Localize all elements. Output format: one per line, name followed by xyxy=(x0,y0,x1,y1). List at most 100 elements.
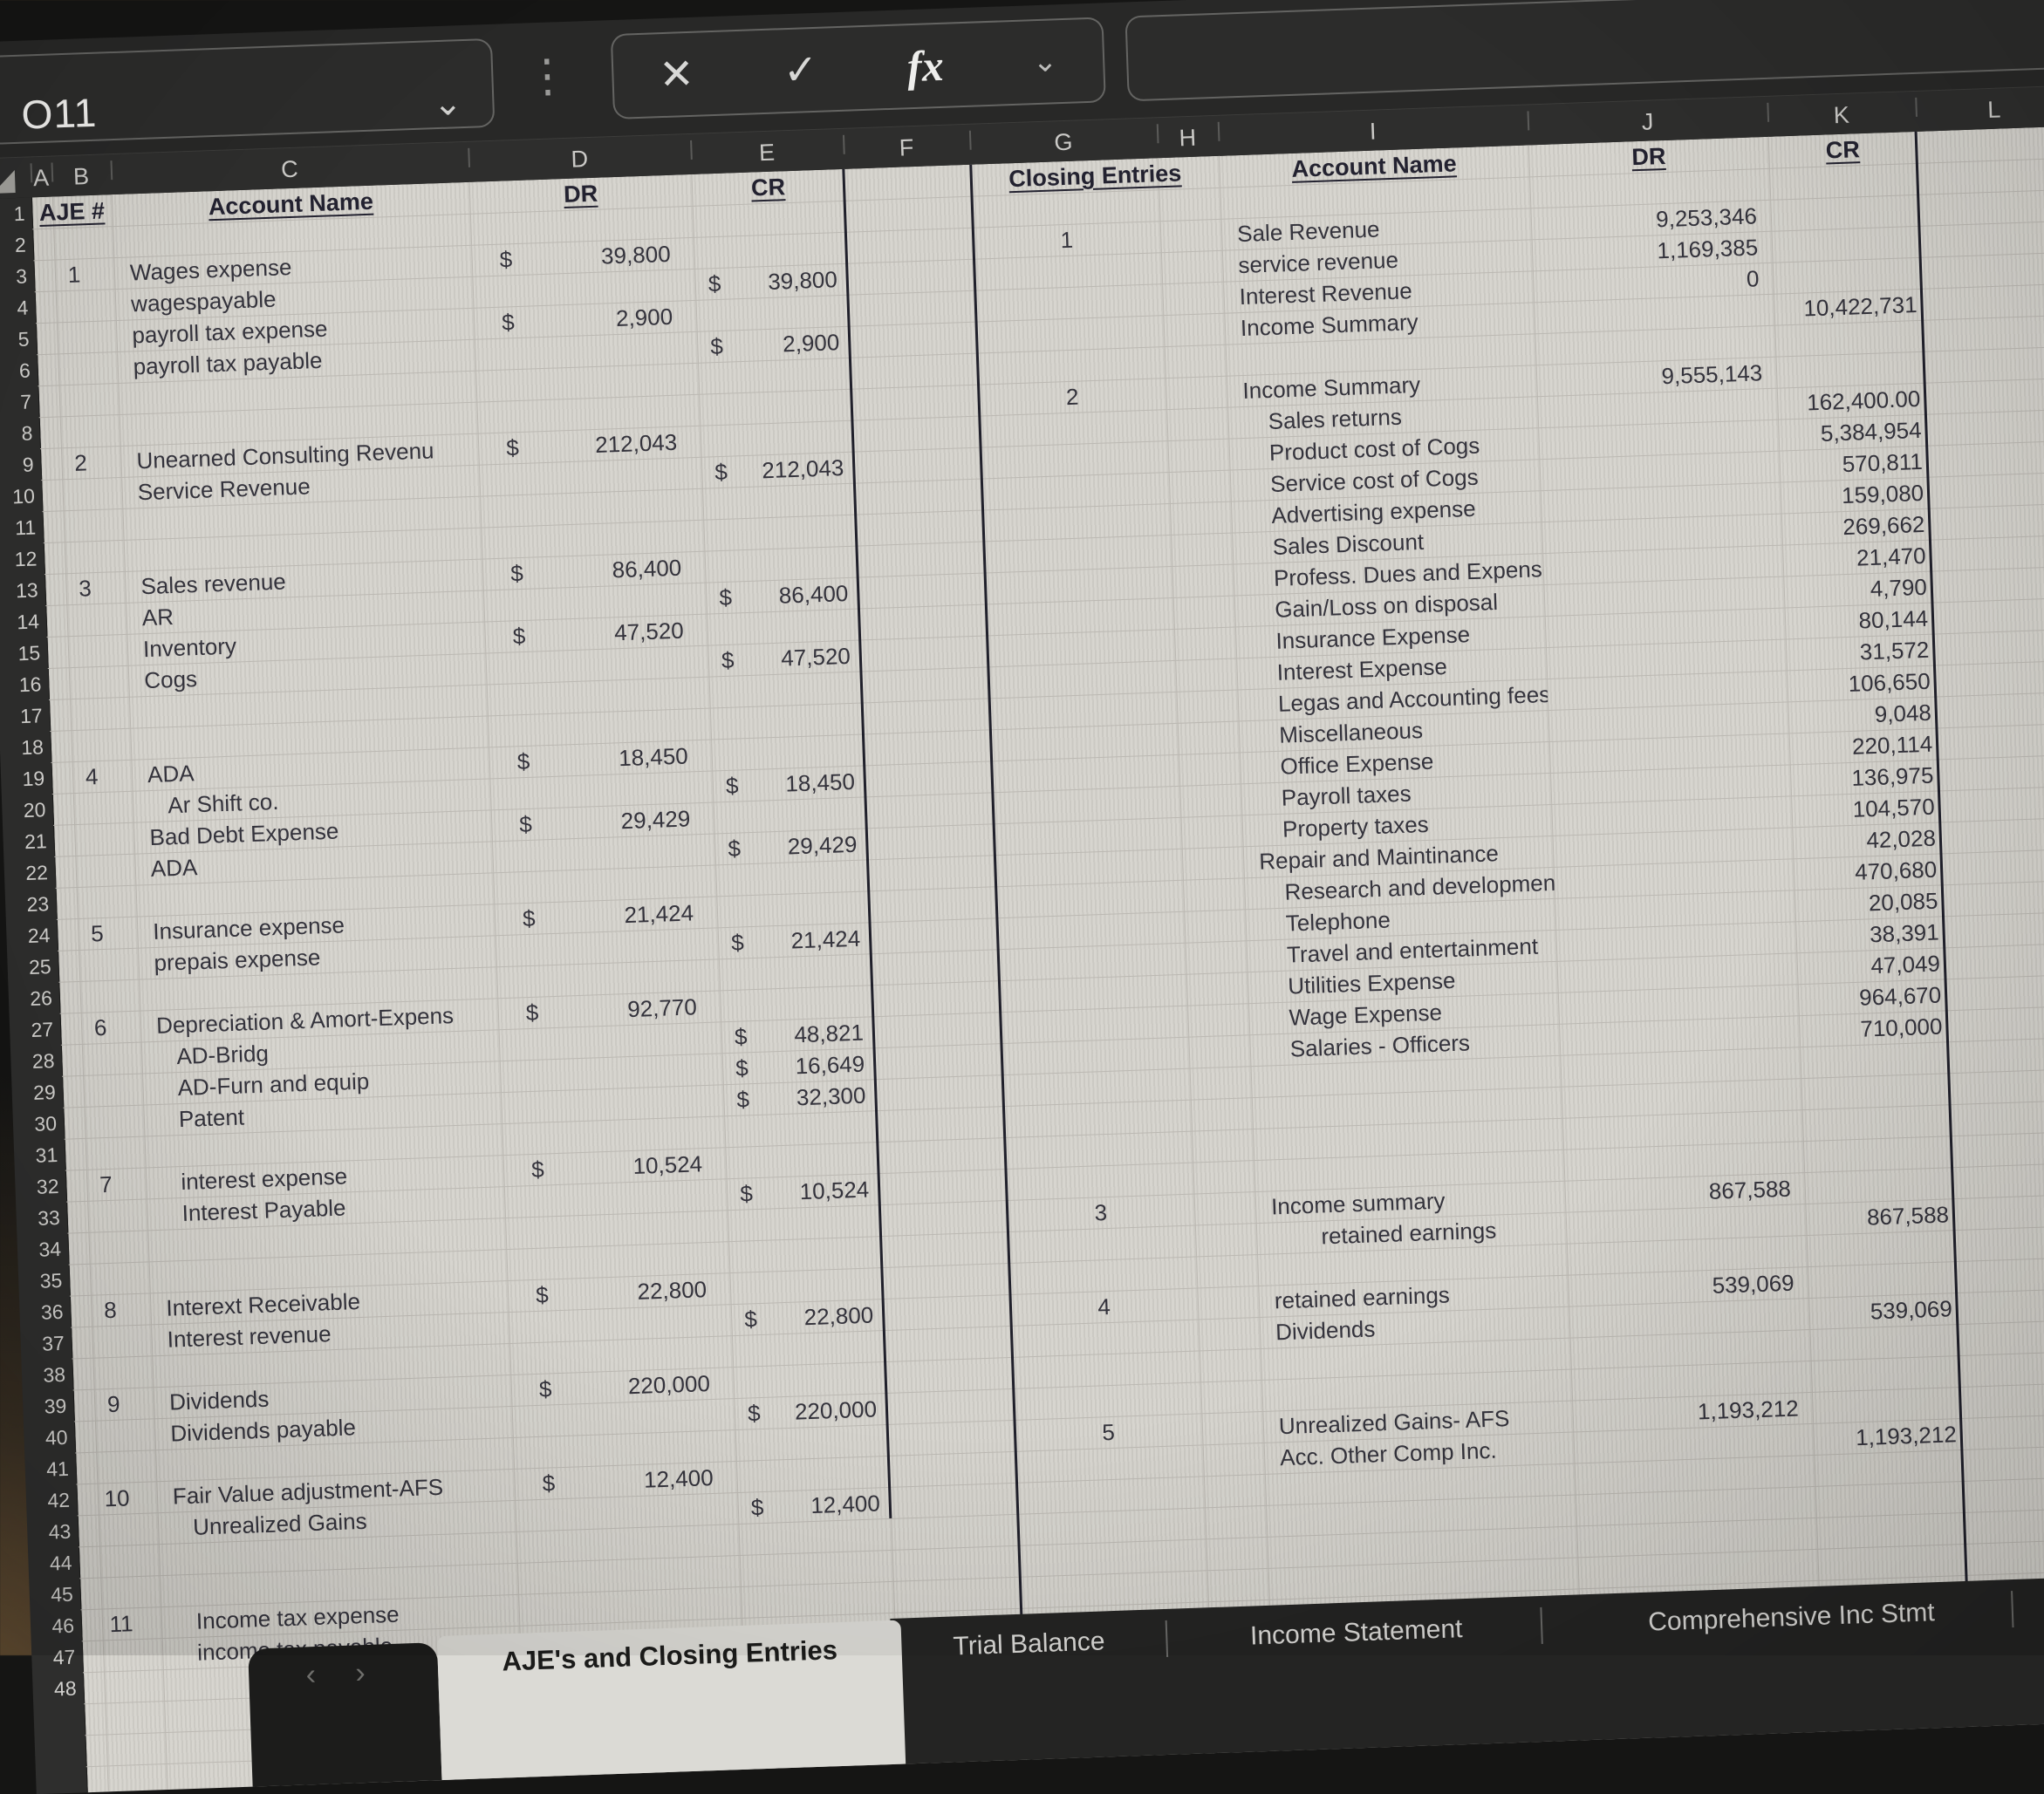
row-header[interactable]: 27 xyxy=(10,1013,54,1047)
amount-cell[interactable]: 80,144 xyxy=(1785,603,1934,639)
row-header[interactable]: 38 xyxy=(21,1359,65,1392)
row-header[interactable]: 36 xyxy=(19,1296,64,1329)
row-header[interactable]: 30 xyxy=(12,1108,57,1141)
column-header[interactable]: K xyxy=(1767,96,1916,134)
row-header[interactable]: 1 xyxy=(0,198,25,231)
amount-cell[interactable]: 867,588 xyxy=(1805,1198,1954,1235)
amount-cell[interactable]: $16,649 xyxy=(722,1047,876,1084)
amount-cell[interactable]: 470,680 xyxy=(1794,853,1943,890)
amount-cell[interactable]: $18,450 xyxy=(712,765,865,802)
row-header[interactable]: 22 xyxy=(3,856,48,890)
row-header[interactable]: 16 xyxy=(0,668,42,701)
amount-cell[interactable]: 4,790 xyxy=(1783,571,1932,608)
row-header[interactable]: 5 xyxy=(0,324,30,357)
row-header[interactable]: 28 xyxy=(10,1045,55,1078)
amount-cell[interactable]: 1,193,212 xyxy=(1813,1418,1962,1455)
row-header[interactable]: 17 xyxy=(0,699,43,733)
row-header[interactable]: 9 xyxy=(0,448,34,481)
amount-cell[interactable]: $29,429 xyxy=(714,828,868,864)
chevron-down-icon[interactable]: ⌄ xyxy=(433,83,463,124)
amount-cell[interactable]: $12,400 xyxy=(737,1487,891,1524)
amount-cell[interactable]: 104,570 xyxy=(1791,790,1940,827)
tab-scroll-buttons[interactable]: ‹ › xyxy=(248,1642,442,1787)
amount-cell[interactable]: 42,028 xyxy=(1792,822,1941,858)
closing-entry-number-cell[interactable]: 1 xyxy=(973,221,1161,258)
amount-cell[interactable]: 10,422,731 xyxy=(1774,289,1923,325)
row-header[interactable]: 19 xyxy=(1,762,45,795)
amount-cell[interactable]: $2,900 xyxy=(697,326,851,363)
column-header[interactable]: B xyxy=(51,159,111,194)
row-header[interactable]: 8 xyxy=(0,417,33,450)
column-header[interactable]: L xyxy=(1915,91,2044,129)
amount-cell[interactable]: 159,080 xyxy=(1781,477,1930,514)
name-box[interactable]: O11 ⌄ xyxy=(0,38,496,146)
row-header[interactable]: 18 xyxy=(0,731,44,764)
amount-cell[interactable]: 21,470 xyxy=(1782,540,1931,576)
row-header[interactable]: 4 xyxy=(0,292,29,325)
row-header[interactable]: 24 xyxy=(6,919,51,952)
amount-cell[interactable]: 570,811 xyxy=(1779,446,1928,482)
row-header[interactable]: 41 xyxy=(24,1453,69,1486)
amount-cell[interactable]: 47,049 xyxy=(1796,947,1945,984)
row-header[interactable]: 48 xyxy=(32,1673,77,1706)
row-header[interactable]: 2 xyxy=(0,229,27,263)
aje-number-cell[interactable]: 7 xyxy=(65,1167,147,1201)
row-header[interactable]: 3 xyxy=(0,261,28,294)
amount-cell[interactable]: 38,391 xyxy=(1795,916,1945,952)
amount-cell[interactable]: 31,572 xyxy=(1786,634,1935,671)
amount-cell[interactable]: 106,650 xyxy=(1787,665,1936,702)
amount-cell[interactable]: 710,000 xyxy=(1799,1010,1948,1047)
row-header[interactable]: 46 xyxy=(30,1610,74,1643)
sheet-tab-active[interactable]: AJE's and Closing Entries xyxy=(436,1620,906,1781)
amount-cell[interactable]: 964,670 xyxy=(1798,979,1947,1015)
amount-cell[interactable]: 269,662 xyxy=(1781,508,1931,545)
amount-cell[interactable]: $212,043 xyxy=(701,452,855,488)
amount-cell[interactable]: $47,520 xyxy=(708,640,861,677)
amount-cell[interactable]: $22,800 xyxy=(731,1299,885,1335)
amount-cell[interactable]: $48,821 xyxy=(721,1016,874,1053)
row-header[interactable]: 23 xyxy=(5,888,50,921)
row-header[interactable]: 13 xyxy=(0,574,38,607)
aje-number-cell[interactable]: 11 xyxy=(80,1606,161,1641)
aje-number-cell[interactable]: 10 xyxy=(76,1481,157,1515)
column-header[interactable]: G xyxy=(969,122,1158,161)
chevron-down-icon[interactable]: ⌄ xyxy=(1032,44,1058,79)
closing-entry-number-cell[interactable]: 5 xyxy=(1015,1413,1203,1450)
closing-entry-number-cell[interactable]: 4 xyxy=(1009,1287,1198,1325)
column-header[interactable]: F xyxy=(843,129,970,167)
amount-cell[interactable]: 220,114 xyxy=(1789,727,1938,764)
aje-number-cell[interactable]: 4 xyxy=(51,760,133,794)
amount-cell[interactable]: $220,000 xyxy=(734,1393,887,1429)
aje-number-cell[interactable]: 2 xyxy=(40,446,121,480)
row-header[interactable]: 31 xyxy=(14,1139,58,1172)
row-header[interactable]: 43 xyxy=(27,1516,72,1549)
row-header[interactable]: 26 xyxy=(8,982,52,1015)
row-header[interactable]: 45 xyxy=(29,1579,73,1612)
insert-function-icon[interactable]: fx xyxy=(906,40,945,92)
row-header[interactable]: 25 xyxy=(7,951,51,984)
aje-number-cell[interactable]: 8 xyxy=(70,1293,151,1327)
row-header[interactable]: 47 xyxy=(31,1641,76,1675)
row-header[interactable]: 15 xyxy=(0,637,41,670)
row-header[interactable]: 11 xyxy=(0,511,37,544)
row-header[interactable]: 21 xyxy=(3,825,47,858)
cancel-icon[interactable]: ✕ xyxy=(658,50,695,99)
confirm-icon[interactable]: ✓ xyxy=(783,45,819,95)
aje-number-cell[interactable]: 1 xyxy=(33,257,114,291)
row-header[interactable]: 29 xyxy=(11,1076,56,1109)
aje-number-cell[interactable]: 3 xyxy=(44,571,126,605)
amount-cell[interactable]: 5,384,954 xyxy=(1778,414,1927,451)
row-header[interactable]: 40 xyxy=(24,1422,68,1455)
row-header[interactable]: 44 xyxy=(28,1547,72,1580)
row-header[interactable]: 42 xyxy=(25,1484,70,1518)
amount-cell[interactable]: 539,069 xyxy=(1808,1293,1958,1329)
amount-cell[interactable]: $39,800 xyxy=(694,263,848,300)
column-header[interactable]: A xyxy=(30,161,51,195)
aje-number-cell[interactable]: 5 xyxy=(57,917,138,951)
column-header[interactable]: H xyxy=(1157,120,1219,155)
header-cell[interactable]: AJE # xyxy=(31,194,113,229)
closing-entry-number-cell[interactable]: 2 xyxy=(978,378,1166,415)
amount-cell[interactable]: $86,400 xyxy=(706,577,859,614)
aje-number-cell[interactable]: 6 xyxy=(60,1011,141,1045)
amount-cell[interactable]: $10,524 xyxy=(727,1173,880,1210)
